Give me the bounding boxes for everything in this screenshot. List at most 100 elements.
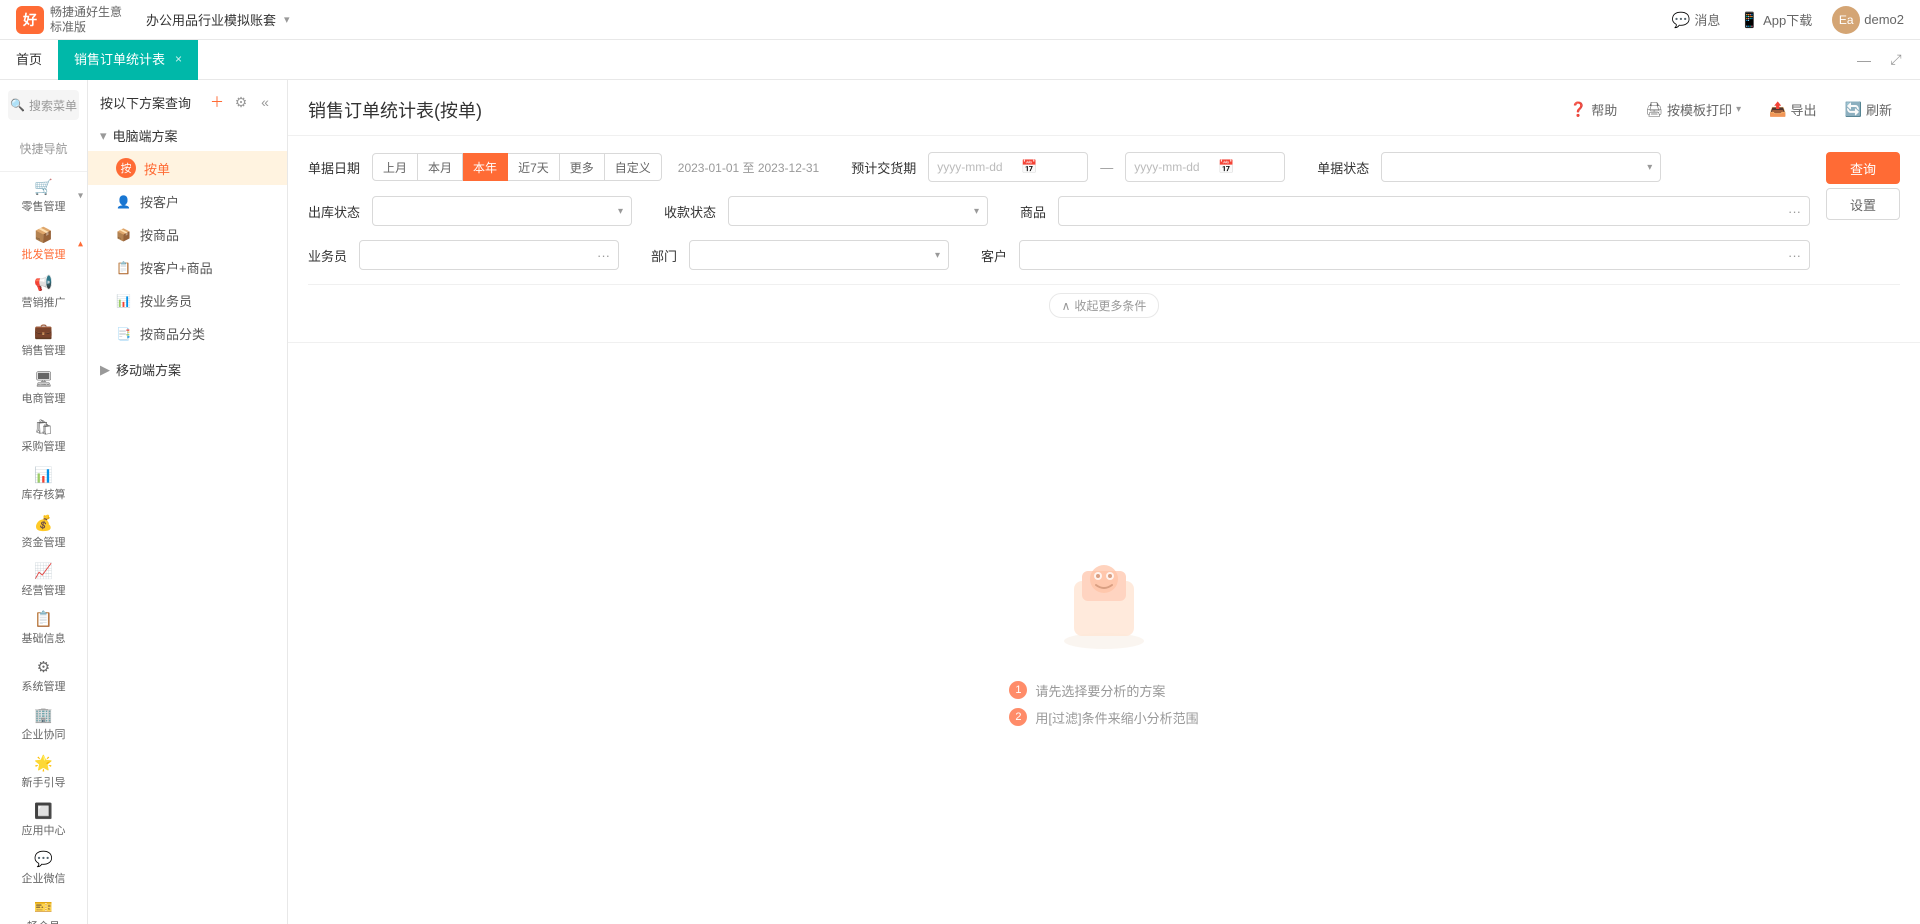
sidebar-item-operations[interactable]: 📈 经营管理: [0, 556, 87, 604]
export-btn[interactable]: 📤 导出: [1761, 96, 1824, 123]
scheme-group-desktop: ▾ 电脑端方案 按 按单 👤 按客户 📦 按商品 📋 按客户+商品: [88, 120, 287, 350]
department-select[interactable]: ▾: [689, 240, 949, 270]
sidebar-item-member[interactable]: 🎫 畅会员: [0, 892, 87, 924]
tab-maximize-btn[interactable]: ⤢: [1884, 48, 1908, 72]
member-icon: 🎫: [34, 898, 53, 916]
tab-bar: 首页 销售订单统计表 × — ⤢: [0, 40, 1920, 80]
delivery-status-select[interactable]: ▾: [372, 196, 632, 226]
collapse-btn[interactable]: ∧ 收起更多条件: [1049, 293, 1160, 318]
sidebar-item-wechat[interactable]: 💬 企业微信: [0, 844, 87, 892]
date-btn-7days[interactable]: 近7天: [508, 153, 560, 181]
status-select[interactable]: ▾: [1381, 152, 1661, 182]
scheme-item-by-salesperson[interactable]: 📊 按业务员: [88, 284, 287, 317]
customer-input[interactable]: ···: [1019, 240, 1810, 270]
sidebar-nav: 🛒 零售管理 ▾ 📦 批发管理 ▴ 📢 营销推广 💼 销售管理 🖥 电商管理: [0, 172, 87, 924]
category-scheme-icon: 📑: [116, 327, 132, 341]
calendar-end-icon[interactable]: 📅: [1218, 159, 1234, 175]
sidebar-item-basic[interactable]: 📋 基础信息: [0, 604, 87, 652]
tab-close-icon[interactable]: ×: [175, 52, 182, 66]
page-title: 销售订单统计表(按单): [308, 97, 482, 123]
scheme-item-by-customer[interactable]: 👤 按客户: [88, 185, 287, 218]
sidebar-quick-nav[interactable]: 快捷导航: [0, 130, 87, 172]
goods-input[interactable]: ···: [1058, 196, 1810, 226]
print-btn[interactable]: 🖨 按模板打印 ▾: [1637, 96, 1749, 123]
salesperson-label: 业务员: [308, 246, 347, 265]
scheme-collapse-icon[interactable]: «: [255, 92, 275, 112]
sidebar-item-retail[interactable]: 🛒 零售管理 ▾: [0, 172, 87, 220]
goods-scheme-icon: 📦: [116, 228, 132, 242]
tab-home[interactable]: 首页: [0, 40, 58, 80]
scheme-item-by-goods[interactable]: 📦 按商品: [88, 218, 287, 251]
sidebar-item-sales[interactable]: 💼 销售管理: [0, 316, 87, 364]
top-bar-right: 💬 消息 📱 App下载 Ea demo2: [1672, 6, 1904, 34]
sidebar-item-finance[interactable]: 💰 资金管理: [0, 508, 87, 556]
sidebar-search-btn[interactable]: 🔍 搜索菜单: [8, 90, 79, 120]
calendar-start-icon[interactable]: 📅: [1021, 159, 1037, 175]
logo-icon: 好: [16, 6, 44, 34]
customer-dots[interactable]: ···: [1788, 248, 1801, 263]
refresh-icon: 🔄: [1845, 101, 1862, 118]
scheme-panel: 按以下方案查询 ＋ ⚙ « ▾ 电脑端方案 按 按单 👤: [88, 80, 288, 924]
wholesale-expand-icon: ▴: [78, 239, 83, 250]
content-area: 按以下方案查询 ＋ ⚙ « ▾ 电脑端方案 按 按单 👤: [88, 80, 1920, 924]
sidebar-item-inventory[interactable]: 📊 库存核算: [0, 460, 87, 508]
refresh-btn[interactable]: 🔄 刷新: [1837, 96, 1900, 123]
date-btn-last-month[interactable]: 上月: [372, 153, 418, 181]
date-btn-this-month[interactable]: 本月: [418, 153, 463, 181]
date-separator: —: [1100, 160, 1113, 175]
tip-2-num: 2: [1009, 708, 1027, 726]
scheme-settings-icon[interactable]: ⚙: [231, 92, 251, 112]
sidebar-item-wholesale[interactable]: 📦 批发管理 ▴: [0, 220, 87, 268]
sidebar-search-area: 🔍 搜索菜单: [0, 80, 87, 130]
scheme-add-icon[interactable]: ＋: [207, 92, 227, 112]
breadcrumb-arrow[interactable]: ▾: [284, 13, 290, 26]
mobile-expand-icon: ▶: [100, 362, 110, 378]
group-expand-icon: ▾: [100, 128, 107, 144]
scheme-group-mobile: ▶ 移动端方案: [88, 354, 287, 385]
help-btn[interactable]: ❓ 帮助: [1562, 96, 1625, 123]
date-btn-more[interactable]: 更多: [560, 153, 605, 181]
settings-btn[interactable]: 设置: [1826, 188, 1900, 220]
scheme-item-by-category[interactable]: 📑 按商品分类: [88, 317, 287, 350]
expected-date-start-input[interactable]: [937, 160, 1017, 174]
tab-minimize-btn[interactable]: —: [1852, 48, 1876, 72]
payment-status-select[interactable]: ▾: [728, 196, 988, 226]
sidebar-item-newbie[interactable]: 🌟 新手引导: [0, 748, 87, 796]
filter-buttons: 查询 设置: [1826, 152, 1900, 220]
status-label: 单据状态: [1317, 158, 1369, 177]
scheme-item-by-order[interactable]: 按 按单: [88, 151, 287, 185]
salesperson-dots[interactable]: ···: [597, 248, 610, 263]
main-layout: 🔍 搜索菜单 快捷导航 🛒 零售管理 ▾ 📦 批发管理 ▴ 📢 营销推广: [0, 80, 1920, 924]
breadcrumb: 办公用品行业模拟账套: [146, 10, 276, 29]
scheme-item-by-customer-goods[interactable]: 📋 按客户+商品: [88, 251, 287, 284]
expected-date-end[interactable]: 📅: [1125, 152, 1285, 182]
scheme-group-mobile-title[interactable]: ▶ 移动端方案: [88, 354, 287, 385]
user-menu[interactable]: Ea demo2: [1832, 6, 1904, 34]
goods-dots[interactable]: ···: [1788, 204, 1801, 219]
print-dropdown-icon[interactable]: ▾: [1736, 104, 1741, 115]
scheme-group-desktop-title[interactable]: ▾ 电脑端方案: [88, 120, 287, 151]
apps-icon: 🔲: [34, 802, 53, 820]
sidebar-item-apps[interactable]: 🔲 应用中心: [0, 796, 87, 844]
sidebar-item-purchase[interactable]: 🛍 采购管理: [0, 412, 87, 460]
message-btn[interactable]: 💬 消息: [1672, 10, 1721, 29]
sidebar-item-marketing[interactable]: 📢 营销推广: [0, 268, 87, 316]
sidebar-item-ecommerce[interactable]: 🖥 电商管理: [0, 364, 87, 412]
top-bar: 好 畅捷通好生意 标准版 办公用品行业模拟账套 ▾ 💬 消息 📱 App下载 E…: [0, 0, 1920, 40]
print-icon: 🖨: [1645, 101, 1663, 118]
expected-date-start[interactable]: 📅: [928, 152, 1088, 182]
expected-date-end-input[interactable]: [1134, 160, 1214, 174]
app-download-btn[interactable]: 📱 App下载: [1740, 10, 1812, 29]
query-btn[interactable]: 查询: [1826, 152, 1900, 184]
date-btn-custom[interactable]: 自定义: [605, 153, 662, 181]
sidebar-item-enterprise[interactable]: 🏢 企业协同: [0, 700, 87, 748]
salesperson-input[interactable]: ···: [359, 240, 619, 270]
help-icon: ❓: [1570, 101, 1587, 118]
date-btn-this-year[interactable]: 本年: [463, 153, 508, 181]
wholesale-icon: 📦: [34, 226, 53, 244]
sidebar-item-system[interactable]: ⚙ 系统管理: [0, 652, 87, 700]
enterprise-icon: 🏢: [34, 706, 53, 724]
tab-sales-order[interactable]: 销售订单统计表 ×: [58, 40, 198, 80]
empty-tip-1: 1 请先选择要分析的方案: [1009, 681, 1198, 700]
marketing-icon: 📢: [34, 274, 53, 292]
